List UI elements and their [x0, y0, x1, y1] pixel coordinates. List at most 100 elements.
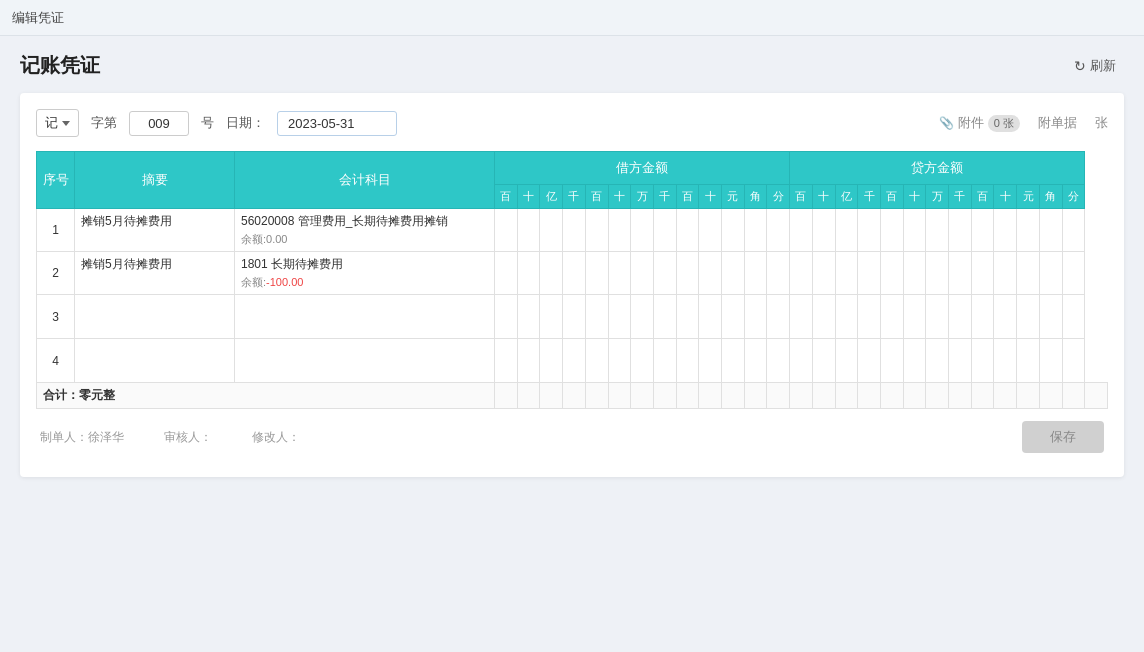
table-row: 1 摊销5月待摊费用 56020008 管理费用_长期待摊费用摊销 余额:0.0…: [37, 209, 1108, 252]
credit-d7[interactable]: [926, 252, 949, 295]
row-account[interactable]: [235, 295, 495, 339]
creator-label: 制单人：徐泽华: [40, 429, 124, 446]
debit-d2[interactable]: [517, 209, 540, 252]
debit-d3[interactable]: [540, 209, 563, 252]
credit-d1[interactable]: [790, 209, 813, 252]
debit-d8[interactable]: [653, 209, 676, 252]
row-seq: 4: [37, 339, 75, 383]
credit-digit-wan: 万: [926, 185, 949, 209]
credit-digit-yuan: 元: [1017, 185, 1040, 209]
debit-digit-qian1: 千: [563, 185, 586, 209]
credit-d6[interactable]: [903, 252, 926, 295]
credit-d9[interactable]: [971, 252, 994, 295]
credit-d5[interactable]: [880, 252, 903, 295]
voucher-table: 序号 摘要 会计科目 借方金额 贷方金额 百 十 亿 千 百 十 万 千 百: [36, 151, 1108, 409]
refresh-button[interactable]: ↻ 刷新: [1066, 53, 1124, 79]
debit-d7[interactable]: [631, 252, 654, 295]
debit-digit-yi: 亿: [540, 185, 563, 209]
credit-d13[interactable]: [1062, 252, 1085, 295]
debit-d13[interactable]: [767, 252, 790, 295]
debit-d1[interactable]: [495, 252, 518, 295]
credit-d2[interactable]: [812, 209, 835, 252]
credit-d8[interactable]: [949, 252, 972, 295]
credit-digit-shi2: 十: [994, 185, 1017, 209]
voucher-type-label: 记: [45, 114, 58, 132]
attach-link[interactable]: 📎 附件 0 张: [939, 114, 1020, 132]
debit-d5[interactable]: [585, 252, 608, 295]
credit-d7[interactable]: [926, 209, 949, 252]
debit-d5[interactable]: [585, 209, 608, 252]
credit-digit-bai2: 百: [971, 185, 994, 209]
zhang-label: 张: [1095, 114, 1108, 132]
form-row: 记 字第 号 日期： 📎 附件 0 张 附单据 张: [36, 109, 1108, 137]
debit-d9[interactable]: [676, 252, 699, 295]
attach-count: 0: [994, 117, 1000, 129]
row-summary[interactable]: [75, 339, 235, 383]
credit-d12[interactable]: [1039, 252, 1062, 295]
debit-d10[interactable]: [699, 209, 722, 252]
save-button[interactable]: 保存: [1022, 421, 1104, 453]
debit-d12[interactable]: [744, 209, 767, 252]
debit-digit-fen: 分: [767, 185, 790, 209]
date-input[interactable]: [277, 111, 397, 136]
credit-d13[interactable]: [1062, 209, 1085, 252]
credit-d3[interactable]: [835, 209, 858, 252]
debit-d7[interactable]: [631, 209, 654, 252]
voucher-number-input[interactable]: [129, 111, 189, 136]
row-account[interactable]: 1801 长期待摊费用 余额:-100.00: [235, 252, 495, 295]
credit-d9[interactable]: [971, 209, 994, 252]
debit-digit-shi: 十: [517, 185, 540, 209]
debit-d6[interactable]: [608, 252, 631, 295]
debit-d1[interactable]: [495, 209, 518, 252]
account-code-name: 56020008 管理费用_长期待摊费用摊销: [241, 213, 488, 230]
credit-d1[interactable]: [790, 252, 813, 295]
credit-d11[interactable]: [1017, 209, 1040, 252]
credit-d11[interactable]: [1017, 252, 1040, 295]
credit-d4[interactable]: [858, 209, 881, 252]
debit-d4[interactable]: [563, 252, 586, 295]
col-header-seq: 序号: [37, 152, 75, 209]
row-seq: 2: [37, 252, 75, 295]
debit-d3[interactable]: [540, 252, 563, 295]
credit-d3[interactable]: [835, 252, 858, 295]
debit-digit-bai: 百: [495, 185, 518, 209]
debit-d11[interactable]: [722, 252, 745, 295]
debit-d9[interactable]: [676, 209, 699, 252]
balance-row: 余额:0.00: [241, 230, 488, 247]
attachments-area: 📎 附件 0 张 附单据 张: [939, 114, 1108, 132]
hao-label: 号: [201, 114, 214, 132]
creator-label-text: 制单人：: [40, 430, 88, 444]
debit-d11[interactable]: [722, 209, 745, 252]
row-account[interactable]: 56020008 管理费用_长期待摊费用摊销 余额:0.00: [235, 209, 495, 252]
balance-value: 0.00: [266, 233, 287, 245]
credit-d8[interactable]: [949, 209, 972, 252]
credit-d10[interactable]: [994, 209, 1017, 252]
debit-d6[interactable]: [608, 209, 631, 252]
debit-d10[interactable]: [699, 252, 722, 295]
row-summary[interactable]: [75, 295, 235, 339]
voucher-type-button[interactable]: 记: [36, 109, 79, 137]
credit-d12[interactable]: [1039, 209, 1062, 252]
credit-digit-qian1: 千: [858, 185, 881, 209]
main-content: 记账凭证 ↻ 刷新 记 字第 号 日期： 📎 附件 0: [0, 36, 1144, 652]
debit-d8[interactable]: [653, 252, 676, 295]
credit-digit-bai1: 百: [880, 185, 903, 209]
credit-d10[interactable]: [994, 252, 1017, 295]
fu-dan-ju-label: 附单据: [1038, 114, 1077, 132]
credit-digit-shi1: 十: [903, 185, 926, 209]
debit-d12[interactable]: [744, 252, 767, 295]
row-account[interactable]: [235, 339, 495, 383]
col-header-summary: 摘要: [75, 152, 235, 209]
credit-d2[interactable]: [812, 252, 835, 295]
balance-value-negative: -100.00: [266, 276, 303, 288]
credit-d6[interactable]: [903, 209, 926, 252]
debit-d2[interactable]: [517, 252, 540, 295]
row-summary[interactable]: 摊销5月待摊费用: [75, 252, 235, 295]
row-summary[interactable]: 摊销5月待摊费用: [75, 209, 235, 252]
debit-d13[interactable]: [767, 209, 790, 252]
chevron-down-icon: [62, 121, 70, 126]
credit-d4[interactable]: [858, 252, 881, 295]
credit-digit-jiao: 角: [1039, 185, 1062, 209]
debit-d4[interactable]: [563, 209, 586, 252]
credit-d5[interactable]: [880, 209, 903, 252]
